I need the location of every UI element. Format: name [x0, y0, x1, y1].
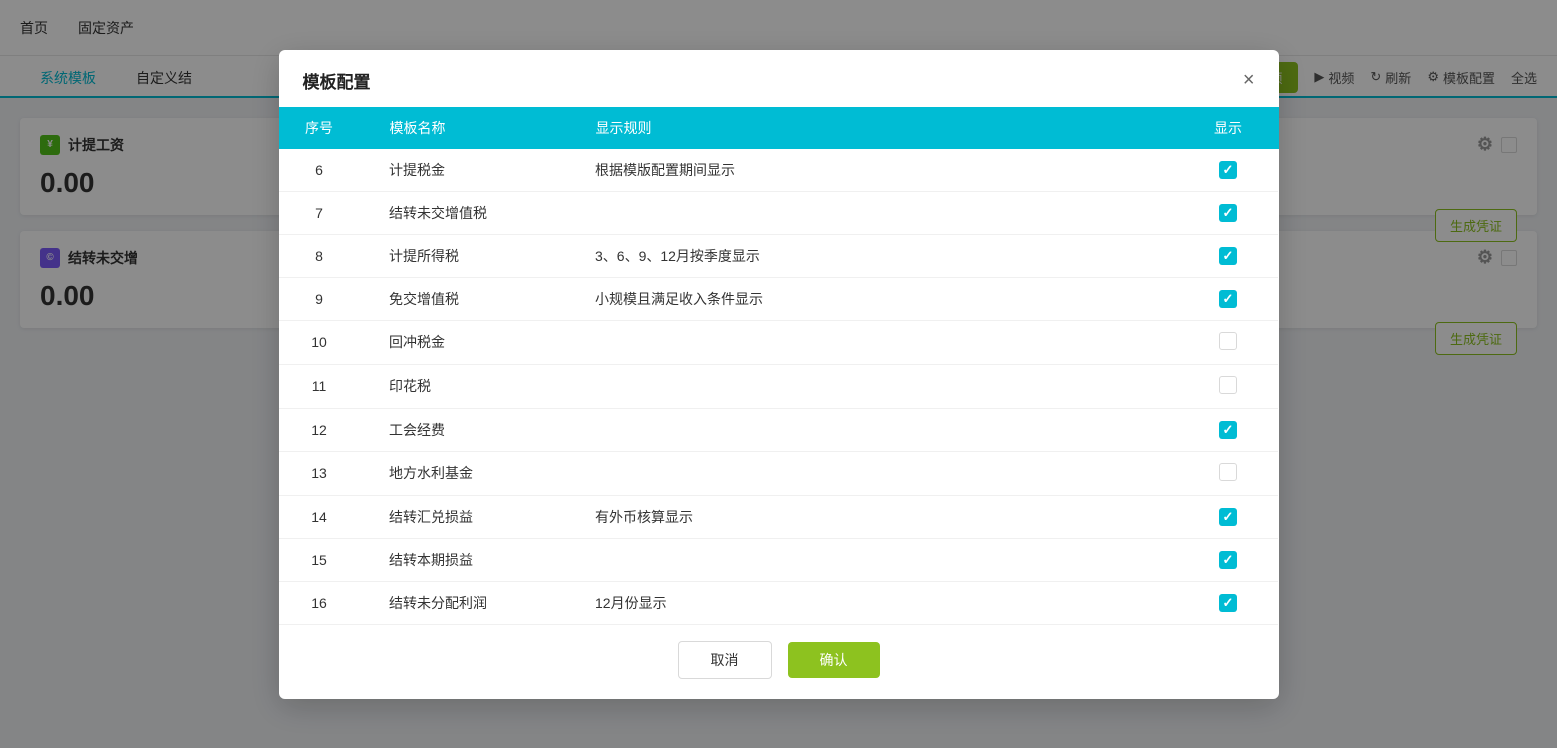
dialog-close-button[interactable]: × — [1243, 70, 1255, 90]
cell-seq: 9 — [279, 277, 359, 320]
cell-show[interactable] — [1178, 408, 1278, 451]
table-row: 12工会经费 — [279, 408, 1278, 451]
cell-show[interactable] — [1178, 495, 1278, 538]
cell-seq: 14 — [279, 495, 359, 538]
dialog-title: 模板配置 — [303, 68, 371, 93]
cell-name: 工会经费 — [359, 408, 579, 451]
cell-rule: 有外币核算显示 — [579, 495, 1178, 538]
checkbox-checked[interactable] — [1219, 508, 1237, 526]
checkbox-unchecked[interactable] — [1219, 332, 1237, 350]
cell-show[interactable] — [1178, 364, 1278, 408]
cell-name: 结转未交增值税 — [359, 191, 579, 234]
modal-overlay: 模板配置 × 序号 模板名称 显示规则 显示 6计提税金根据模版配置期间显示7结… — [0, 0, 1557, 748]
table-row: 14结转汇兑损益有外币核算显示 — [279, 495, 1278, 538]
cell-show[interactable] — [1178, 538, 1278, 581]
dialog-header: 模板配置 × — [279, 50, 1279, 107]
table-row: 9免交增值税小规模且满足收入条件显示 — [279, 277, 1278, 320]
cell-seq: 13 — [279, 451, 359, 495]
checkbox-checked[interactable] — [1219, 421, 1237, 439]
cell-show[interactable] — [1178, 234, 1278, 277]
template-config-dialog: 模板配置 × 序号 模板名称 显示规则 显示 6计提税金根据模版配置期间显示7结… — [279, 50, 1279, 699]
cell-name: 计提所得税 — [359, 234, 579, 277]
table-row: 7结转未交增值税 — [279, 191, 1278, 234]
cell-seq: 11 — [279, 364, 359, 408]
checkbox-unchecked[interactable] — [1219, 463, 1237, 481]
cancel-button[interactable]: 取消 — [678, 641, 772, 679]
template-table: 序号 模板名称 显示规则 显示 6计提税金根据模版配置期间显示7结转未交增值税8… — [279, 107, 1279, 625]
cell-seq: 10 — [279, 320, 359, 364]
table-row: 15结转本期损益 — [279, 538, 1278, 581]
checkbox-checked[interactable] — [1219, 161, 1237, 179]
cell-name: 计提税金 — [359, 148, 579, 191]
checkbox-checked[interactable] — [1219, 204, 1237, 222]
cell-name: 印花税 — [359, 364, 579, 408]
cell-rule: 12月份显示 — [579, 581, 1178, 624]
cell-rule: 3、6、9、12月按季度显示 — [579, 234, 1178, 277]
cell-show[interactable] — [1178, 451, 1278, 495]
table-row: 11印花税 — [279, 364, 1278, 408]
col-rule: 显示规则 — [579, 107, 1178, 148]
table-row: 16结转未分配利润12月份显示 — [279, 581, 1278, 624]
checkbox-checked[interactable] — [1219, 247, 1237, 265]
checkbox-checked[interactable] — [1219, 594, 1237, 612]
checkbox-checked[interactable] — [1219, 551, 1237, 569]
table-row: 10回冲税金 — [279, 320, 1278, 364]
cell-rule — [579, 538, 1178, 581]
table-row: 8计提所得税3、6、9、12月按季度显示 — [279, 234, 1278, 277]
cell-rule — [579, 364, 1178, 408]
cell-seq: 6 — [279, 148, 359, 191]
cell-rule: 根据模版配置期间显示 — [579, 148, 1178, 191]
cell-name: 回冲税金 — [359, 320, 579, 364]
cell-show[interactable] — [1178, 581, 1278, 624]
cell-show[interactable] — [1178, 191, 1278, 234]
cell-name: 免交增值税 — [359, 277, 579, 320]
checkbox-unchecked[interactable] — [1219, 376, 1237, 394]
cell-name: 地方水利基金 — [359, 451, 579, 495]
cell-name: 结转汇兑损益 — [359, 495, 579, 538]
cell-show[interactable] — [1178, 277, 1278, 320]
cell-seq: 8 — [279, 234, 359, 277]
confirm-button[interactable]: 确认 — [788, 642, 880, 678]
cell-name: 结转未分配利润 — [359, 581, 579, 624]
cell-rule — [579, 320, 1178, 364]
cell-seq: 16 — [279, 581, 359, 624]
checkbox-checked[interactable] — [1219, 290, 1237, 308]
col-name: 模板名称 — [359, 107, 579, 148]
cell-name: 结转本期损益 — [359, 538, 579, 581]
cell-rule — [579, 451, 1178, 495]
table-row: 6计提税金根据模版配置期间显示 — [279, 148, 1278, 191]
dialog-footer: 取消 确认 — [279, 625, 1279, 699]
cell-show[interactable] — [1178, 320, 1278, 364]
table-header-row: 序号 模板名称 显示规则 显示 — [279, 107, 1278, 148]
table-wrapper[interactable]: 序号 模板名称 显示规则 显示 6计提税金根据模版配置期间显示7结转未交增值税8… — [279, 107, 1279, 625]
cell-seq: 15 — [279, 538, 359, 581]
col-seq: 序号 — [279, 107, 359, 148]
cell-seq: 12 — [279, 408, 359, 451]
cell-show[interactable] — [1178, 148, 1278, 191]
cell-rule: 小规模且满足收入条件显示 — [579, 277, 1178, 320]
table-row: 13地方水利基金 — [279, 451, 1278, 495]
col-show: 显示 — [1178, 107, 1278, 148]
cell-rule — [579, 191, 1178, 234]
cell-rule — [579, 408, 1178, 451]
cell-seq: 7 — [279, 191, 359, 234]
